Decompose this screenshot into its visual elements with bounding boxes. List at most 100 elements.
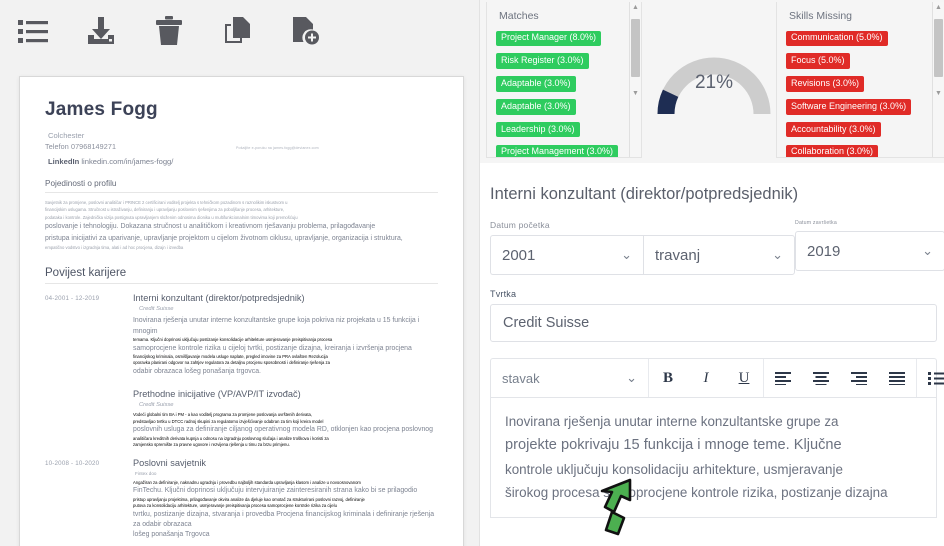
chevron-down-icon: ⌄	[922, 243, 933, 258]
scroll-up-icon[interactable]: ▲	[935, 2, 942, 13]
add-document-icon[interactable]	[286, 12, 324, 50]
paragraph-style-select[interactable]: stavak ⌄	[491, 370, 648, 386]
match-badge[interactable]: Adaptable (3.0%)	[496, 76, 576, 92]
cv-profile-text: Savjetnik za promjene, poslovni analitič…	[45, 200, 438, 252]
end-date-group: Datum završetka 2019 ⌄	[795, 220, 944, 275]
alignment-group	[764, 359, 917, 397]
cv-job-entry[interactable]: 10-2008 - 10-2020 Poslovni savjetnik Fin…	[45, 458, 438, 541]
matches-title: Matches	[499, 10, 539, 22]
end-year-select[interactable]: 2019 ⌄	[795, 231, 944, 271]
cv-profile-line: podataka i kontrole. Zajednička vizija p…	[45, 214, 298, 220]
scroll-down-icon[interactable]: ▼	[935, 88, 942, 157]
cv-job-line: FinTechu. Ključni doprinosi uključuju in…	[133, 487, 418, 495]
company-group: Tvrtka Credit Suisse	[480, 275, 944, 342]
cv-job-entry[interactable]: 04-2001 - 12-2019 Interni konzultant (di…	[45, 293, 438, 448]
bullet-list-icon[interactable]	[917, 358, 944, 398]
cv-job-company: Credit Suisse	[139, 306, 174, 313]
paragraph-style-value: stavak	[502, 370, 540, 386]
match-badge[interactable]: Adaptable (3.0%)	[496, 99, 576, 115]
cv-job-company: Fintex doo	[135, 470, 157, 476]
document-toolbar	[0, 0, 480, 62]
cv-preview-panel: James Fogg Colchester Telefon 0796814927…	[0, 0, 480, 546]
missing-badge[interactable]: Collaboration (3.0%)	[786, 144, 879, 157]
experience-form: Interni konzultant (direktor/potpredsjed…	[480, 163, 944, 518]
list-group	[917, 359, 944, 397]
cv-profile-line: Savjetnik za promjene, poslovni analitič…	[45, 199, 288, 205]
company-label: Tvrtka	[490, 289, 517, 299]
cv-linkedin-url: linkedin.com/in/james-fogg/	[81, 156, 174, 166]
align-left-icon[interactable]	[764, 358, 802, 398]
cv-profile-heading: Pojedinosti o profilu	[45, 179, 438, 193]
scrollbar-thumb[interactable]	[933, 19, 943, 77]
missing-badge[interactable]: Accountability (3.0%)	[786, 122, 881, 138]
cv-candidate-name: James Fogg	[45, 99, 158, 120]
start-date-label: Datum početka	[490, 220, 550, 230]
date-fields-row: Datum početka 2001 ⌄ travanj ⌄ Datum zav…	[480, 204, 944, 275]
cv-job-subtitle: Prethodne inicijative (VP/AVP/IT izvođač…	[133, 389, 301, 400]
scrollbar-track[interactable]	[630, 13, 642, 88]
scrollbar-thumb[interactable]	[630, 19, 640, 77]
cv-document[interactable]: James Fogg Colchester Telefon 0796814927…	[19, 76, 464, 546]
skills-missing-card: Skills Missing Communication (5.0%) Focu…	[776, 2, 944, 158]
cv-job-body: Poslovni savjetnik Fintex doo Angažiran …	[133, 458, 438, 541]
end-date-label: Datum završetka	[795, 220, 837, 226]
panel-divider	[479, 0, 480, 546]
start-year-value: 2001	[502, 246, 536, 264]
start-year-select[interactable]: 2001 ⌄	[490, 235, 643, 275]
match-badge[interactable]: Leadership (3.0%)	[496, 122, 580, 138]
start-month-value: travanj	[655, 246, 701, 264]
end-year-value: 2019	[807, 242, 841, 260]
matches-list: Project Manager (8.0%) Risk Register (3.…	[487, 27, 641, 157]
cv-profile-line: poslovanje i tehnologiju. Dokazana struč…	[45, 223, 376, 231]
skills-missing-scrollbar[interactable]: ▲ ▼	[932, 2, 944, 157]
trash-icon[interactable]	[150, 12, 188, 50]
cv-profile-line: empatično vodstvo i izgradnja tima, alat…	[45, 244, 184, 250]
cv-phone-row: Telefon 07968149271 Pošaljite e-poruku n…	[45, 140, 438, 154]
company-input[interactable]: Credit Suisse	[490, 304, 937, 342]
match-badge[interactable]: Project Manager (8.0%)	[496, 30, 602, 46]
match-badge[interactable]: Project Management (3.0%)	[496, 144, 619, 157]
underline-button[interactable]: U	[725, 358, 763, 398]
description-editor: stavak ⌄ B I U Inovirana rješenja unutar…	[480, 342, 944, 518]
cv-job-line: Inovirana rješenja unutar interne konzul…	[133, 317, 420, 335]
copy-icon[interactable]	[218, 12, 256, 50]
align-justify-icon[interactable]	[878, 358, 916, 398]
skills-missing-title: Skills Missing	[789, 10, 853, 22]
missing-badge[interactable]: Focus (5.0%)	[786, 53, 850, 69]
download-icon[interactable]	[82, 12, 120, 50]
matches-scrollbar[interactable]: ▲ ▼	[629, 2, 641, 157]
job-match-panel: Matches Project Manager (8.0%) Risk Regi…	[480, 0, 944, 546]
missing-badge[interactable]: Communication (5.0%)	[786, 30, 888, 46]
bold-button[interactable]: B	[649, 358, 687, 398]
cv-linkedin[interactable]: LinkedIn linkedin.com/in/james-fogg/	[45, 157, 438, 166]
editor-body[interactable]: Inovirana rješenja unutar interne konzul…	[490, 398, 937, 518]
form-title: Interni konzultant (direktor/potpredsjed…	[490, 185, 799, 203]
scroll-down-icon[interactable]: ▼	[632, 88, 639, 157]
cv-city: Colchester	[48, 131, 85, 140]
scrollbar-track[interactable]	[933, 13, 944, 88]
cv-job-title: Poslovni savjetnik	[133, 457, 207, 468]
cv-profile-line: financijskim uslugama. Stručnost u istra…	[45, 207, 285, 213]
editor-line: projekte pokrivaju 15 funkcija i mnoge t…	[505, 437, 842, 454]
application-root: James Fogg Colchester Telefon 0796814927…	[0, 0, 944, 546]
scroll-up-icon[interactable]: ▲	[632, 2, 639, 13]
missing-badge[interactable]: Revisions (3.0%)	[786, 76, 865, 92]
cv-job-body: Interni konzultant (direktor/potpredsjed…	[133, 293, 438, 448]
align-center-icon[interactable]	[802, 358, 840, 398]
cv-profile-line: pristupa inicijativi za uparivanje, upra…	[45, 234, 403, 242]
skills-missing-list: Communication (5.0%) Focus (5.0%) Revisi…	[777, 27, 944, 157]
start-month-select[interactable]: travanj ⌄	[643, 235, 795, 275]
cv-job-subline: poslovnih usluga za definiranje ciljanog…	[133, 426, 433, 434]
italic-button[interactable]: I	[687, 358, 725, 398]
chevron-down-icon: ⌄	[626, 370, 637, 385]
skills-summary-row: Matches Project Manager (8.0%) Risk Regi…	[480, 0, 944, 163]
editor-line: kontrole uključuju konsolidaciju arhitek…	[505, 462, 843, 478]
match-badge[interactable]: Risk Register (3.0%)	[496, 53, 589, 69]
list-icon[interactable]	[14, 12, 52, 50]
missing-badge[interactable]: Software Engineering (3.0%)	[786, 99, 912, 115]
cv-email-note: Pošaljite e-poruku na james.fogg@deviane…	[236, 146, 319, 150]
cv-job-dates: 04-2001 - 12-2019	[45, 295, 100, 303]
cv-job-line: odabir obrazaca lošeg ponašanja trgovca.	[133, 367, 261, 375]
cv-job-line: lošeg ponašanja Trgovca	[133, 531, 210, 539]
align-right-icon[interactable]	[840, 358, 878, 398]
